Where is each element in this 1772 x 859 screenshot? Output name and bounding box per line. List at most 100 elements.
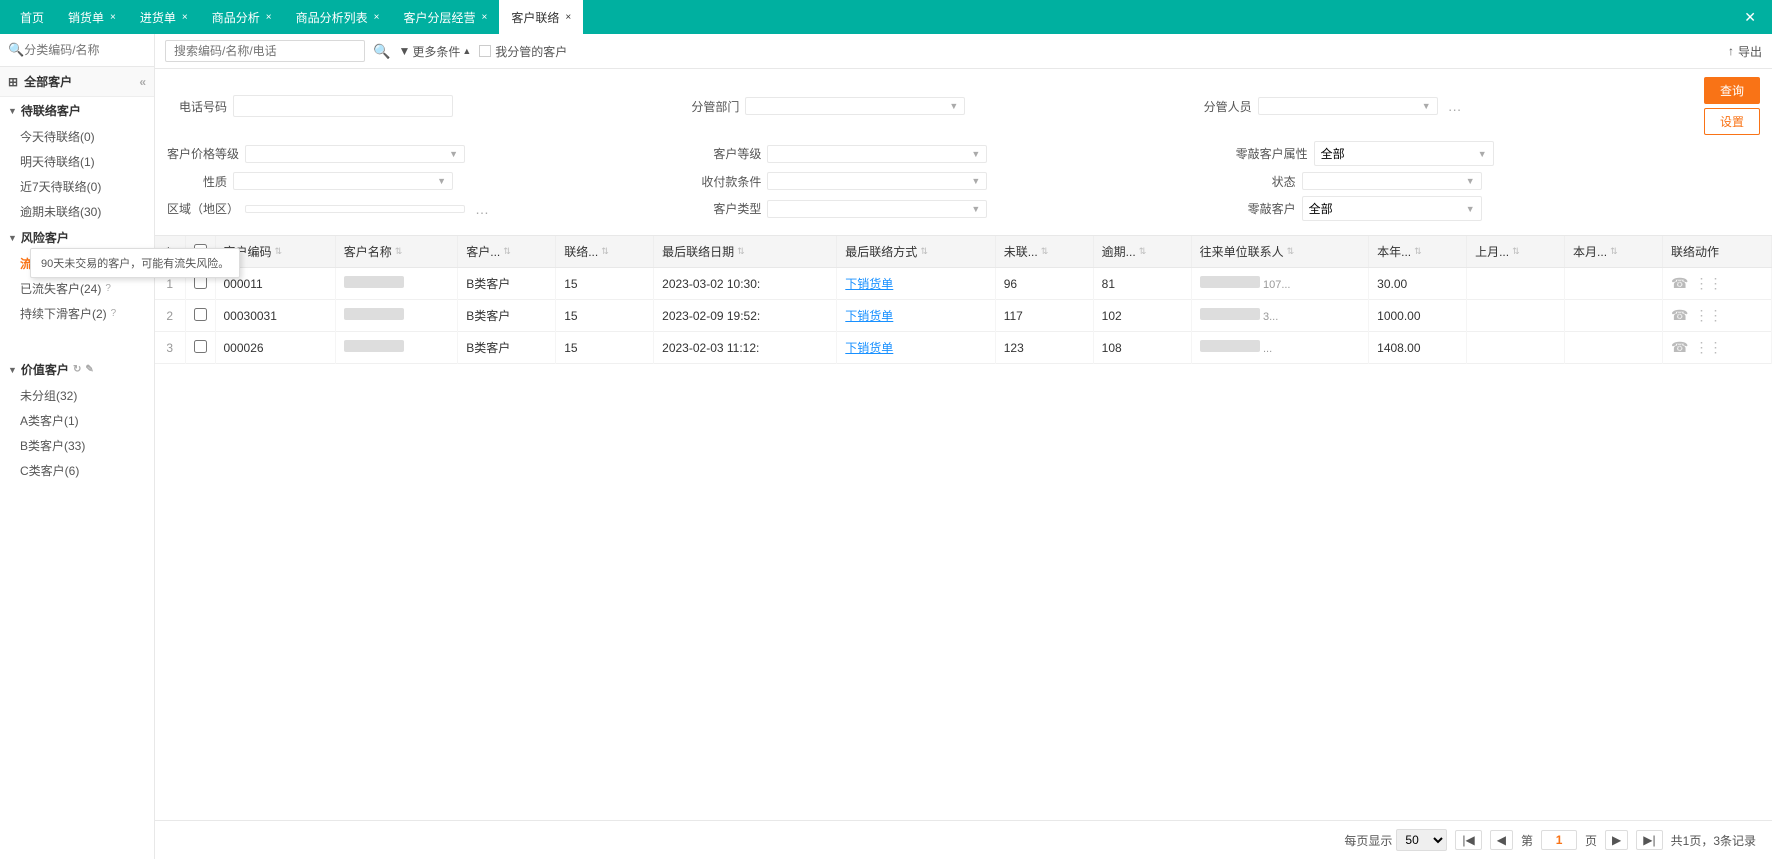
close-tab-customer-contact[interactable]: × bbox=[565, 12, 571, 23]
tab-sales-order[interactable]: 销货单 × bbox=[56, 0, 128, 34]
contact-action-icon[interactable]: ☎ bbox=[1671, 339, 1688, 356]
customer-level-select[interactable]: ▼ bbox=[767, 145, 987, 163]
sort-icon-2[interactable]: ⇅ bbox=[395, 246, 403, 257]
sort-icon-12[interactable]: ⇅ bbox=[1610, 246, 1618, 257]
customer-type-select[interactable]: ▼ bbox=[767, 200, 987, 218]
manager-more-btn[interactable]: … bbox=[1444, 98, 1466, 114]
sort-icon-4[interactable]: ⇅ bbox=[601, 246, 609, 257]
sidebar-group-value-customers[interactable]: ▼ 价值客户 ↻ ✎ bbox=[0, 356, 154, 383]
sort-icon-8[interactable]: ⇅ bbox=[1139, 246, 1147, 257]
price-level-label: 客户价格等级 bbox=[167, 145, 239, 162]
close-tab-customer-tier[interactable]: × bbox=[481, 12, 487, 23]
region-select[interactable] bbox=[245, 205, 465, 213]
sidebar-item-class-c[interactable]: C类客户(6) bbox=[0, 458, 154, 483]
sidebar-group-risk-customers[interactable]: ▼ 风险客户 bbox=[0, 224, 154, 251]
first-page-button[interactable]: |◀ bbox=[1455, 830, 1481, 850]
page-number-input[interactable] bbox=[1541, 830, 1577, 850]
sidebar-item-tomorrow-pending[interactable]: 明天待联络(1) bbox=[0, 149, 154, 174]
last-month-amount bbox=[1467, 268, 1565, 300]
sort-icon-3[interactable]: ⇅ bbox=[503, 246, 511, 257]
sort-icon-6[interactable]: ⇅ bbox=[920, 246, 928, 257]
sidebar-item-class-a[interactable]: A类客户(1) bbox=[0, 408, 154, 433]
sidebar-all-customers[interactable]: ⊞ 全部客户 « bbox=[0, 67, 154, 97]
sidebar-item-7day-pending[interactable]: 近7天待联络(0) bbox=[0, 174, 154, 199]
sort-icon[interactable]: ⇅ bbox=[275, 246, 283, 257]
tab-customer-contact[interactable]: 客户联络 × bbox=[499, 0, 583, 34]
sidebar-item-overdue-contact[interactable]: 逾期未联络(30) bbox=[0, 199, 154, 224]
refresh-icon[interactable]: ↻ bbox=[73, 364, 81, 375]
my-customers-filter[interactable]: 我分管的客户 bbox=[479, 43, 567, 60]
zero-attr-select[interactable]: 全部 ▼ bbox=[1314, 141, 1494, 166]
manager-select[interactable]: ▼ bbox=[1258, 97, 1438, 115]
last-page-button[interactable]: ▶| bbox=[1636, 830, 1662, 850]
close-tab-product-analysis-list[interactable]: × bbox=[374, 12, 380, 23]
row-checkbox-cell[interactable] bbox=[185, 300, 215, 332]
sidebar-item-ungrouped[interactable]: 未分组(32) bbox=[0, 383, 154, 408]
per-page-select[interactable]: 50 100 200 bbox=[1396, 829, 1447, 851]
close-tab-purchase-order[interactable]: × bbox=[182, 12, 188, 23]
gender-arrow: ▼ bbox=[437, 176, 446, 186]
gender-select[interactable]: ▼ bbox=[233, 172, 453, 190]
next-page-button[interactable]: ▶ bbox=[1605, 830, 1628, 850]
last-contact-method[interactable]: 下销货单 bbox=[837, 332, 995, 364]
sort-icon-5[interactable]: ⇅ bbox=[737, 246, 745, 257]
settings-button[interactable]: 设置 bbox=[1704, 108, 1760, 135]
overdue-days: 108 bbox=[1093, 332, 1191, 364]
status-select[interactable]: ▼ bbox=[1302, 172, 1482, 190]
tab-purchase-order[interactable]: 进货单 × bbox=[128, 0, 200, 34]
contact-action-icon[interactable]: ☎ bbox=[1671, 275, 1688, 292]
tab-customer-tier[interactable]: 客户分层经营 × bbox=[391, 0, 499, 34]
contact-persons: 3... bbox=[1191, 300, 1369, 332]
last-contact-method[interactable]: 下销货单 bbox=[837, 268, 995, 300]
dept-select[interactable]: ▼ bbox=[745, 97, 965, 115]
customer-name bbox=[335, 332, 458, 364]
sidebar-item-today-pending[interactable]: 今天待联络(0) bbox=[0, 124, 154, 149]
sort-icon-10[interactable]: ⇅ bbox=[1414, 246, 1422, 257]
search-button[interactable]: 🔍 bbox=[373, 43, 390, 60]
filter-row-4: 区域（地区） … 客户类型 ▼ 零敲客户 全部 bbox=[167, 196, 1760, 221]
contact-action-icon[interactable]: ☎ bbox=[1671, 307, 1688, 324]
more-conditions-toggle[interactable]: ▼ 更多条件 ▲ bbox=[398, 43, 471, 60]
more-action-icon[interactable]: ⋮⋮ bbox=[1694, 339, 1722, 356]
query-button[interactable]: 查询 bbox=[1704, 77, 1760, 104]
row-number: 3 bbox=[155, 332, 185, 364]
sort-icon-7[interactable]: ⇅ bbox=[1041, 246, 1049, 257]
price-level-select[interactable]: ▼ bbox=[245, 145, 465, 163]
close-tab-product-analysis[interactable]: × bbox=[266, 12, 272, 23]
prev-page-button[interactable]: ◀ bbox=[1490, 830, 1513, 850]
tab-home[interactable]: 首页 bbox=[8, 0, 56, 34]
tab-product-analysis[interactable]: 商品分析 × bbox=[200, 0, 284, 34]
tab-product-analysis-list[interactable]: 商品分析列表 × bbox=[284, 0, 392, 34]
close-tab-sales-order[interactable]: × bbox=[110, 12, 116, 23]
payment-select[interactable]: ▼ bbox=[767, 172, 987, 190]
last-contact-method[interactable]: 下销货单 bbox=[837, 300, 995, 332]
export-button[interactable]: ↑ 导出 bbox=[1728, 43, 1762, 60]
phone-input[interactable] bbox=[233, 95, 453, 117]
sidebar-group-pending-contact[interactable]: ▼ 待联络客户 bbox=[0, 97, 154, 124]
sidebar-item-class-b[interactable]: B类客户(33) bbox=[0, 433, 154, 458]
more-action-icon[interactable]: ⋮⋮ bbox=[1694, 275, 1722, 292]
th-this-month: 本月...⇅ bbox=[1565, 236, 1663, 268]
my-customers-checkbox[interactable] bbox=[479, 45, 491, 57]
sort-icon-11[interactable]: ⇅ bbox=[1512, 246, 1520, 257]
sidebar-item-churned[interactable]: 已流失客户(24) ? bbox=[0, 276, 154, 301]
uncontacted-days: 96 bbox=[995, 268, 1093, 300]
row-checkbox[interactable] bbox=[194, 308, 207, 321]
action-cell: ☎ ⋮⋮ bbox=[1663, 300, 1772, 332]
sidebar-item-declining[interactable]: 持续下滑客户(2) ? bbox=[0, 301, 154, 326]
search-input[interactable] bbox=[165, 40, 365, 62]
sort-icon-9[interactable]: ⇅ bbox=[1287, 246, 1295, 257]
filter-manager: 分管人员 ▼ … bbox=[1192, 97, 1694, 115]
zero-customer-select[interactable]: 全部 ▼ bbox=[1302, 196, 1482, 221]
sidebar-search-input[interactable] bbox=[24, 43, 155, 57]
table-header-row: ⚙ 客户编码⇅ 客户名称⇅ 客户...⇅ 联络...⇅ 最后联络日期⇅ 最后联络… bbox=[155, 236, 1772, 268]
more-action-icon[interactable]: ⋮⋮ bbox=[1694, 307, 1722, 324]
zero-customer-label: 零敲客户 bbox=[1236, 200, 1296, 217]
sidebar-collapse-btn[interactable]: « bbox=[139, 75, 146, 89]
row-checkbox[interactable] bbox=[194, 340, 207, 353]
window-close-button[interactable]: ✕ bbox=[1736, 9, 1764, 26]
region-more-btn[interactable]: … bbox=[471, 201, 493, 217]
row-checkbox-cell[interactable] bbox=[185, 332, 215, 364]
this-year-amount: 1408.00 bbox=[1369, 332, 1467, 364]
edit-icon[interactable]: ✎ bbox=[85, 364, 93, 375]
